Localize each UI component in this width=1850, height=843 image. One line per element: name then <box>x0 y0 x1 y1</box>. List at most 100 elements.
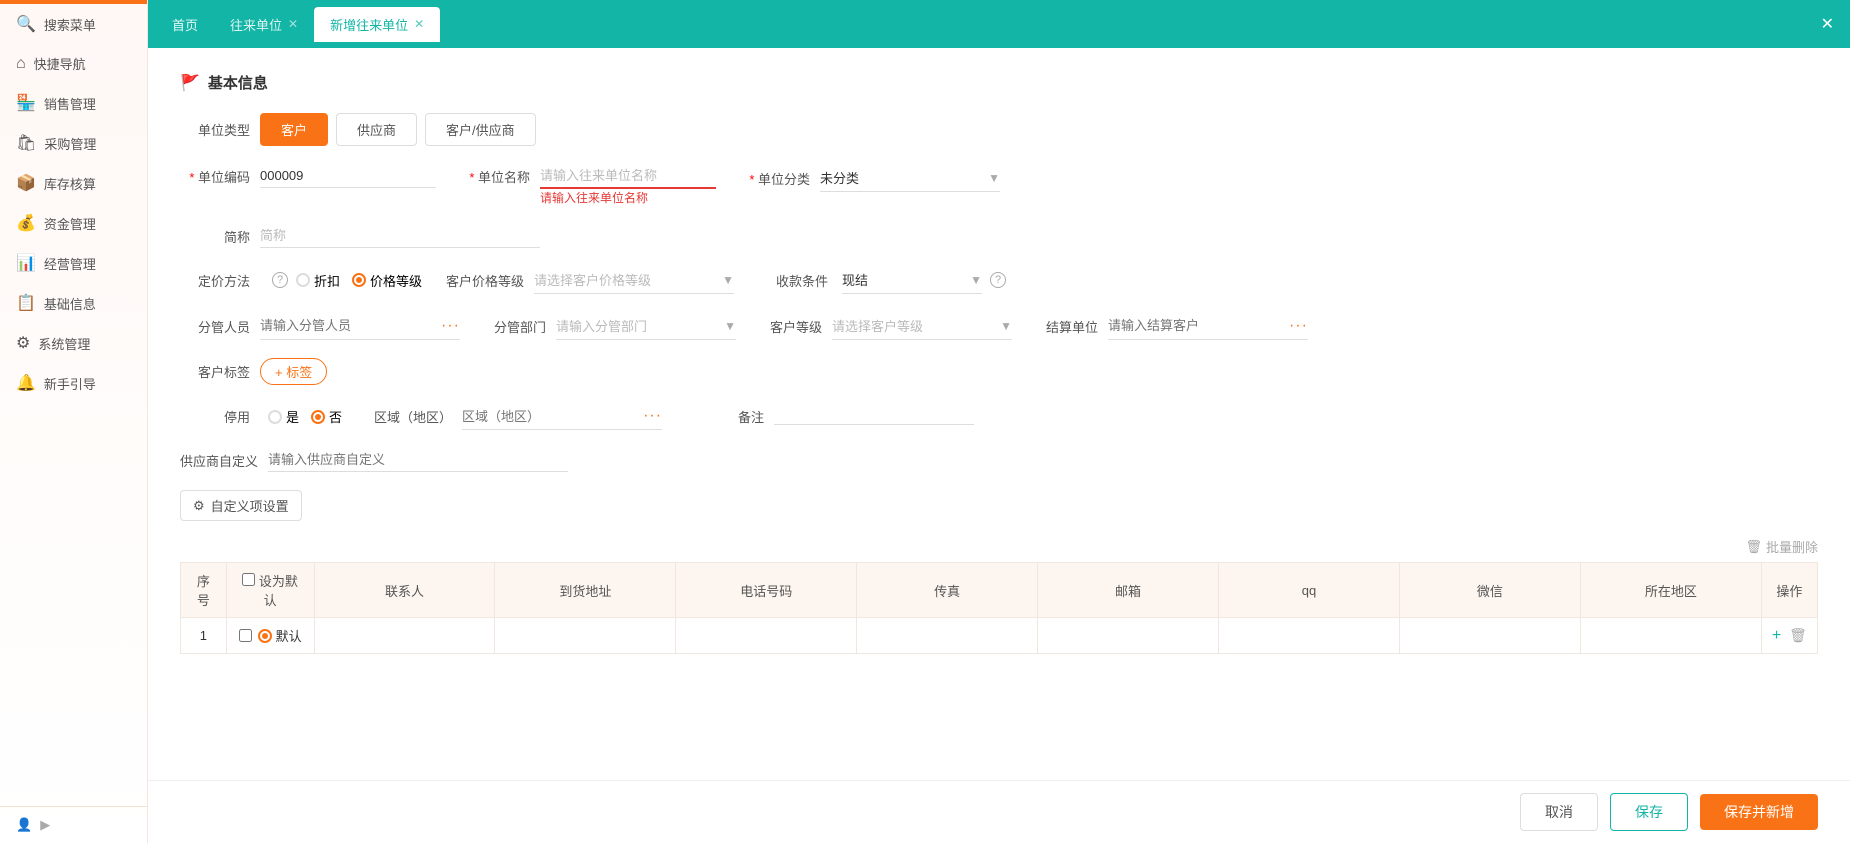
sidebar-expand-icon[interactable]: ▶ <box>40 817 50 833</box>
sidebar-item-inventory[interactable]: 📦 库存核算 <box>0 163 147 203</box>
col-fax: 传真 <box>857 563 1038 618</box>
row-qq[interactable] <box>1218 618 1399 654</box>
settlement-input[interactable] <box>1108 318 1289 333</box>
payment-value: 现结 <box>842 270 970 289</box>
sidebar-item-guide[interactable]: 🔔 新手引导 <box>0 363 147 403</box>
region-more-btn[interactable]: ··· <box>643 407 662 425</box>
row-actions: + 🗑 <box>1761 618 1817 654</box>
tab-partners-close[interactable]: ✕ <box>288 17 298 31</box>
department-select[interactable]: 请输入分管部门 ▼ <box>556 312 736 340</box>
row-wechat[interactable] <box>1399 618 1580 654</box>
sidebar-item-label: 采购管理 <box>44 134 96 153</box>
sidebar-item-purchase[interactable]: 🛍 采购管理 <box>0 123 147 163</box>
sidebar-item-operations[interactable]: 📊 经营管理 <box>0 243 147 283</box>
region-input[interactable] <box>462 409 643 424</box>
row-contact-input[interactable] <box>325 628 485 643</box>
row-fax[interactable] <box>857 618 1038 654</box>
sidebar-item-sales[interactable]: 🏪 销售管理 <box>0 83 147 123</box>
unit-category-select[interactable]: 未分类 ▼ <box>820 164 1000 192</box>
row-checkbox[interactable] <box>239 629 252 642</box>
clipboard-icon: 📋 <box>16 293 36 313</box>
sidebar-item-basic-info[interactable]: 📋 基础信息 <box>0 283 147 323</box>
sidebar-item-system[interactable]: ⚙ 系统管理 <box>0 323 147 363</box>
row-region-cell[interactable] <box>1580 618 1761 654</box>
unit-name-field <box>540 164 716 189</box>
row-default-radio-item[interactable]: 默认 <box>258 626 302 645</box>
row-fax-input[interactable] <box>867 628 1027 643</box>
payment-help-icon[interactable]: ? <box>990 272 1006 288</box>
row-region-input[interactable] <box>1591 628 1751 643</box>
close-all-tabs[interactable]: ✕ <box>1813 10 1842 38</box>
customer-tag-row: 客户标签 + 标签 <box>180 358 1818 385</box>
row-email[interactable] <box>1038 618 1219 654</box>
batch-delete-btn[interactable]: 🗑 批量删除 <box>1745 537 1818 556</box>
pricing-help-icon[interactable]: ? <box>272 272 288 288</box>
department-arrow: ▼ <box>724 319 736 333</box>
customer-price-select[interactable]: 请选择客户价格等级 ▼ <box>534 266 734 294</box>
payment-select[interactable]: 现结 ▼ <box>842 266 982 294</box>
tab-home[interactable]: 首页 <box>156 7 214 42</box>
row-contact[interactable] <box>314 618 495 654</box>
bag-icon: 🛍 <box>16 133 36 153</box>
unit-code-input[interactable] <box>260 164 436 188</box>
disabled-label: 停用 <box>180 407 260 426</box>
manager-label: 分管人员 <box>180 317 260 336</box>
unit-type-supplier[interactable]: 供应商 <box>336 113 417 146</box>
money-icon: 💰 <box>16 213 36 233</box>
sidebar-item-label: 系统管理 <box>38 334 90 353</box>
unit-type-group: 客户 供应商 客户/供应商 <box>260 113 536 146</box>
disabled-yes-option[interactable]: 是 <box>268 407 299 426</box>
save-new-button[interactable]: 保存并新增 <box>1700 794 1818 830</box>
unit-type-customer[interactable]: 客户 <box>260 113 328 146</box>
save-button[interactable]: 保存 <box>1610 793 1688 831</box>
col-region: 所在地区 <box>1580 563 1761 618</box>
col-qq: qq <box>1218 563 1399 618</box>
sidebar-user-icon: 👤 <box>16 817 32 833</box>
row-qq-input[interactable] <box>1229 628 1389 643</box>
sidebar-item-label: 快捷导航 <box>34 54 86 73</box>
contacts-table: 序号 设为默认 联系人 到货地址 电话号码 传真 邮箱 qq 微信 所在地区 <box>180 562 1818 654</box>
manager-input[interactable] <box>260 318 441 333</box>
col-action: 操作 <box>1761 563 1817 618</box>
remark-input[interactable] <box>774 409 974 424</box>
col-address: 到货地址 <box>495 563 676 618</box>
cancel-button[interactable]: 取消 <box>1520 793 1598 831</box>
tab-new-partner-close[interactable]: ✕ <box>414 17 424 31</box>
row-delete-btn[interactable]: 🗑 <box>1789 627 1807 644</box>
row-address[interactable] <box>495 618 676 654</box>
tab-new-partner[interactable]: 新增往来单位 ✕ <box>314 7 440 42</box>
short-name-input[interactable] <box>260 224 540 248</box>
flag-icon: 🚩 <box>180 73 200 93</box>
customer-level-label: 客户等级 <box>752 317 832 336</box>
supplier-custom-input[interactable] <box>268 448 568 472</box>
row-address-input[interactable] <box>505 628 665 643</box>
sidebar-item-finance[interactable]: 💰 资金管理 <box>0 203 147 243</box>
disabled-no-option[interactable]: 否 <box>311 407 342 426</box>
region-field: ··· <box>462 403 662 430</box>
row-wechat-input[interactable] <box>1410 628 1570 643</box>
pricing-discount-option[interactable]: 折扣 <box>296 271 340 290</box>
pricing-level-option[interactable]: 价格等级 <box>352 271 422 290</box>
sidebar-item-label: 库存核算 <box>44 174 96 193</box>
add-tag-button[interactable]: + 标签 <box>260 358 327 385</box>
row-phone[interactable] <box>676 618 857 654</box>
unit-type-both[interactable]: 客户/供应商 <box>425 113 536 146</box>
sidebar-item-label: 销售管理 <box>44 94 96 113</box>
batch-delete-icon: 🗑 <box>1745 539 1762 555</box>
tab-partners[interactable]: 往来单位 ✕ <box>214 7 314 42</box>
sidebar-item-label: 资金管理 <box>44 214 96 233</box>
manager-more-btn[interactable]: ··· <box>441 317 460 335</box>
customer-price-label: 客户价格等级 <box>446 271 534 290</box>
row-add-btn[interactable]: + <box>1772 627 1781 645</box>
customer-tag-label: 客户标签 <box>180 362 260 381</box>
sidebar-item-search[interactable]: 🔍 搜索菜单 <box>0 4 147 44</box>
customer-level-select[interactable]: 请选择客户等级 ▼ <box>832 312 1012 340</box>
unit-name-input[interactable] <box>540 164 716 189</box>
settlement-more-btn[interactable]: ··· <box>1289 317 1308 335</box>
row-email-input[interactable] <box>1048 628 1208 643</box>
custom-settings-button[interactable]: ⚙ 自定义项设置 <box>180 490 302 521</box>
region-label: 区域（地区） <box>374 407 462 426</box>
sidebar-item-quick-nav[interactable]: ⌂ 快捷导航 <box>0 44 147 83</box>
select-all-checkbox[interactable] <box>242 573 255 586</box>
row-phone-input[interactable] <box>686 628 846 643</box>
